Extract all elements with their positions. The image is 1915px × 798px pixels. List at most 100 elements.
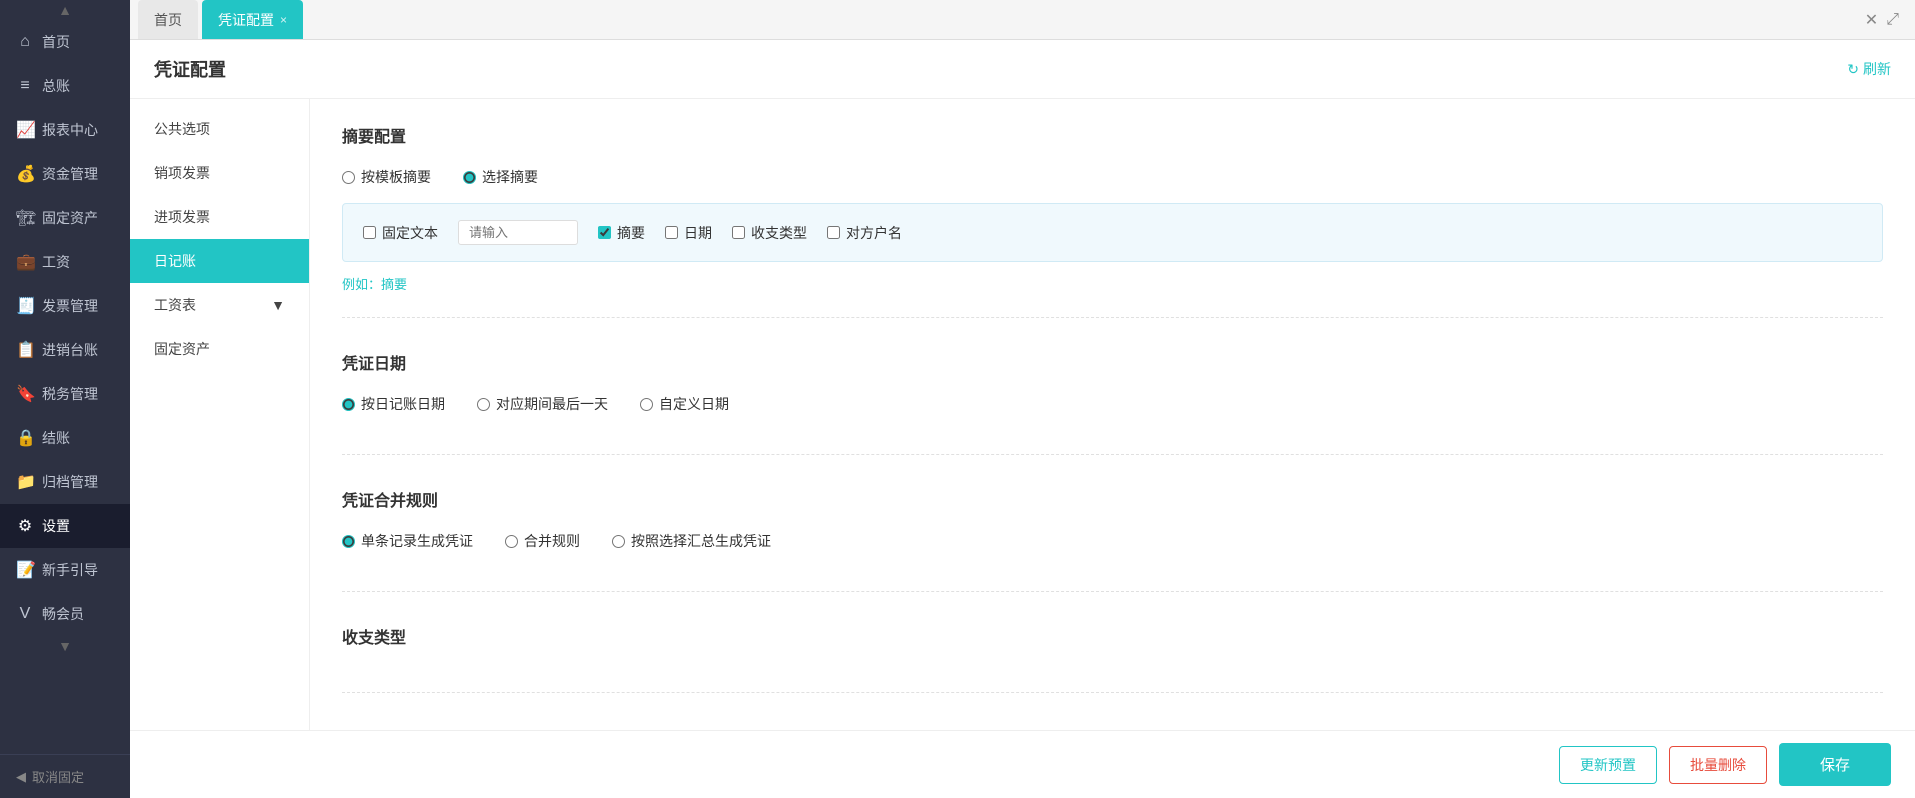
batch-delete-button[interactable]: 批量删除 — [1669, 746, 1767, 784]
fixed-text-input[interactable] — [458, 220, 578, 245]
radio-select-summary[interactable]: 选择摘要 — [463, 167, 538, 187]
income-type-checkbox[interactable] — [732, 226, 745, 239]
journal-date-radio[interactable] — [342, 398, 355, 411]
date-checkbox[interactable] — [665, 226, 678, 239]
guide-icon: 📝 — [16, 560, 34, 580]
purchase-sales-icon: 📋 — [16, 340, 34, 360]
unpin-icon: ◀ — [16, 769, 26, 785]
sidebar-item-settings[interactable]: ⚙ 设置 — [0, 504, 130, 548]
merge-radio-group: 单条记录生成凭证 合并规则 按照选择汇总生成凭证 — [342, 531, 1883, 551]
checkbox-abstract[interactable]: 摘要 — [598, 223, 645, 243]
main-area: 首页 凭证配置 × ✕ ⤢ 凭证配置 ↻ 刷新 公共选项 — [130, 0, 1915, 798]
summary-radio-group: 按模板摘要 选择摘要 — [342, 167, 1883, 187]
nav-item-fixed-assets[interactable]: 固定资产 — [130, 327, 309, 371]
page-title: 凭证配置 — [154, 56, 226, 82]
example-text: 例如：摘要 — [342, 274, 1883, 293]
income-type-section: 收支类型 — [342, 624, 1883, 693]
single-record-radio[interactable] — [342, 535, 355, 548]
fixed-text-checkbox[interactable] — [363, 226, 376, 239]
select-merge-radio[interactable] — [612, 535, 625, 548]
sidebar-item-invoice-mgmt[interactable]: 🧾 发票管理 — [0, 284, 130, 328]
merge-rule-radio[interactable] — [505, 535, 518, 548]
period-last-radio[interactable] — [477, 398, 490, 411]
window-controls: ✕ ⤢ — [1865, 10, 1907, 30]
refresh-button[interactable]: ↻ 刷新 — [1847, 59, 1891, 79]
sidebar-item-tax[interactable]: 🔖 税务管理 — [0, 372, 130, 416]
sidebar-item-guide[interactable]: 📝 新手引导 — [0, 548, 130, 592]
sidebar-scroll-down[interactable]: ▼ — [0, 636, 130, 656]
archive-icon: 📁 — [16, 472, 34, 492]
funds-icon: 💰 — [16, 164, 34, 184]
merge-rule-section: 凭证合并规则 单条记录生成凭证 合并规则 按照选择汇总生成凭证 — [342, 487, 1883, 592]
tab-close-button[interactable]: × — [280, 13, 287, 27]
income-section-title: 收支类型 — [342, 624, 1883, 648]
sidebar-item-funds[interactable]: 💰 资金管理 — [0, 152, 130, 196]
summary-config-section: 摘要配置 按模板摘要 选择摘要 — [342, 123, 1883, 318]
checkbox-date[interactable]: 日期 — [665, 223, 712, 243]
refresh-icon: ↻ — [1847, 61, 1859, 78]
home-icon: ⌂ — [16, 33, 34, 51]
date-radio-group: 按日记账日期 对应期间最后一天 自定义日期 — [342, 394, 1883, 414]
expand-arrow-icon: ▼ — [271, 297, 285, 313]
sidebar-unpin-button[interactable]: ◀ 取消固定 — [0, 754, 130, 798]
checkbox-income-type[interactable]: 收支类型 — [732, 223, 807, 243]
sidebar-item-reports[interactable]: 📈 报表中心 — [0, 108, 130, 152]
sidebar-item-archive[interactable]: 📁 归档管理 — [0, 460, 130, 504]
custom-date-radio[interactable] — [640, 398, 653, 411]
ledger-icon: ≡ — [16, 77, 34, 95]
settings-icon: ⚙ — [16, 516, 34, 536]
abstract-checkbox[interactable] — [598, 226, 611, 239]
sidebar-item-vip[interactable]: V 畅会员 — [0, 592, 130, 636]
radio-custom-date[interactable]: 自定义日期 — [640, 394, 729, 414]
voucher-date-section: 凭证日期 按日记账日期 对应期间最后一天 自定义日期 — [342, 350, 1883, 455]
radio-period-last[interactable]: 对应期间最后一天 — [477, 394, 608, 414]
left-nav: 公共选项 销项发票 进项发票 日记账 工资表 ▼ 固定资产 — [130, 99, 310, 730]
save-button[interactable]: 保存 — [1779, 743, 1891, 786]
invoice-mgmt-icon: 🧾 — [16, 296, 34, 316]
sidebar-item-home[interactable]: ⌂ 首页 — [0, 20, 130, 64]
checkbox-fixed-text[interactable]: 固定文本 — [363, 223, 438, 243]
nav-item-sales-invoice[interactable]: 销项发票 — [130, 151, 309, 195]
sidebar-item-ledger[interactable]: ≡ 总账 — [0, 64, 130, 108]
fixed-assets-icon: 🏗 — [16, 208, 34, 228]
radio-template-summary[interactable]: 按模板摘要 — [342, 167, 431, 187]
checkbox-counterparty[interactable]: 对方户名 — [827, 223, 902, 243]
window-expand-button[interactable]: ⤢ — [1886, 11, 1899, 29]
update-preview-button[interactable]: 更新预置 — [1559, 746, 1657, 784]
merge-section-title: 凭证合并规则 — [342, 487, 1883, 511]
sidebar-item-close[interactable]: 🔒 结账 — [0, 416, 130, 460]
tab-bar: 首页 凭证配置 × ✕ ⤢ — [130, 0, 1915, 40]
sidebar-item-fixed-assets[interactable]: 🏗 固定资产 — [0, 196, 130, 240]
nav-item-purchase-invoice[interactable]: 进项发票 — [130, 195, 309, 239]
right-content: 摘要配置 按模板摘要 选择摘要 — [310, 99, 1915, 730]
reports-icon: 📈 — [16, 120, 34, 140]
tab-home[interactable]: 首页 — [138, 0, 198, 39]
summary-checkbox-row: 固定文本 摘要 日期 收支类型 — [342, 203, 1883, 262]
page-header: 凭证配置 ↻ 刷新 — [130, 40, 1915, 99]
nav-item-public[interactable]: 公共选项 — [130, 107, 309, 151]
close-accounts-icon: 🔒 — [16, 428, 34, 448]
counterparty-checkbox[interactable] — [827, 226, 840, 239]
bottom-bar: 更新预置 批量删除 保存 — [130, 730, 1915, 798]
content-area: 凭证配置 ↻ 刷新 公共选项 销项发票 进项发票 日记账 — [130, 40, 1915, 798]
radio-merge-rule[interactable]: 合并规则 — [505, 531, 580, 551]
vip-icon: V — [16, 605, 34, 623]
inner-layout: 公共选项 销项发票 进项发票 日记账 工资表 ▼ 固定资产 — [130, 99, 1915, 730]
summary-section-title: 摘要配置 — [342, 123, 1883, 147]
radio-template-input[interactable] — [342, 171, 355, 184]
sidebar-scroll-up[interactable]: ▲ — [0, 0, 130, 20]
radio-single-record[interactable]: 单条记录生成凭证 — [342, 531, 473, 551]
date-section-title: 凭证日期 — [342, 350, 1883, 374]
tax-icon: 🔖 — [16, 384, 34, 404]
tab-voucher-config[interactable]: 凭证配置 × — [202, 0, 303, 39]
sidebar-item-purchase-sales[interactable]: 📋 进销台账 — [0, 328, 130, 372]
radio-select-input[interactable] — [463, 171, 476, 184]
window-close-button[interactable]: ✕ — [1865, 10, 1878, 30]
sidebar: ▲ ⌂ 首页 ≡ 总账 📈 报表中心 💰 资金管理 🏗 固定资产 💼 工资 🧾 … — [0, 0, 130, 798]
nav-item-payroll-table[interactable]: 工资表 ▼ — [130, 283, 309, 327]
radio-select-merge[interactable]: 按照选择汇总生成凭证 — [612, 531, 771, 551]
radio-journal-date[interactable]: 按日记账日期 — [342, 394, 445, 414]
payroll-icon: 💼 — [16, 252, 34, 272]
nav-item-journal[interactable]: 日记账 — [130, 239, 309, 283]
sidebar-item-payroll[interactable]: 💼 工资 — [0, 240, 130, 284]
